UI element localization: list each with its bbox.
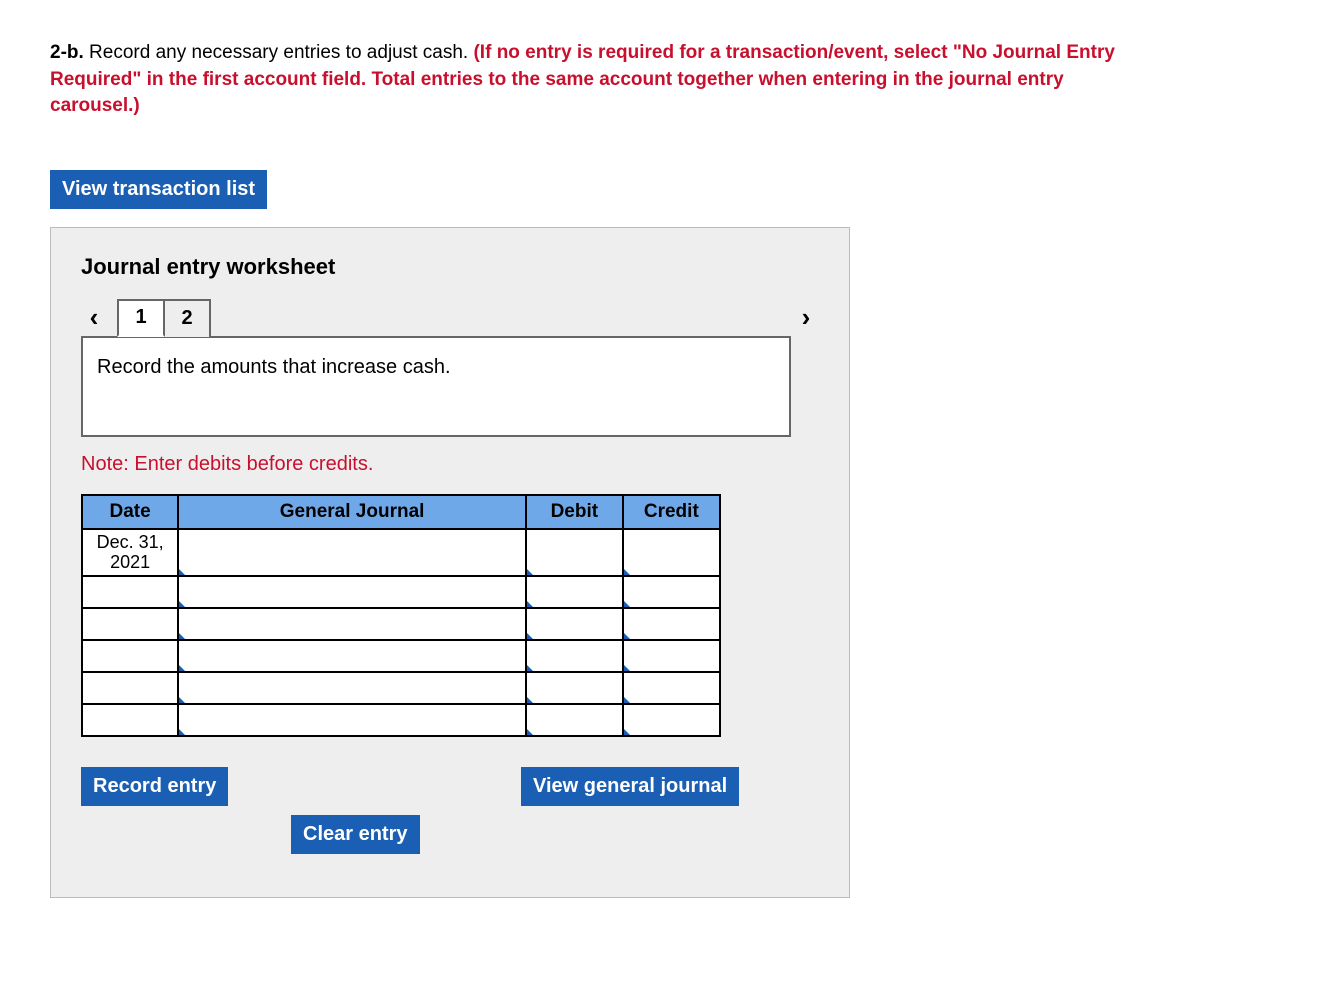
table-row: Dec. 31, 2021 <box>82 529 720 577</box>
table-row <box>82 640 720 672</box>
cell-debit[interactable] <box>526 608 623 640</box>
header-credit: Credit <box>623 495 720 529</box>
cell-general-journal[interactable] <box>178 608 526 640</box>
cell-date[interactable] <box>82 640 178 672</box>
instruction-black: Record any necessary entries to adjust c… <box>84 42 474 63</box>
cell-date[interactable] <box>82 576 178 608</box>
clear-entry-button[interactable]: Clear entry <box>291 815 420 854</box>
cell-date[interactable] <box>82 672 178 704</box>
chevron-left-icon[interactable]: ‹ <box>81 302 107 333</box>
cell-date[interactable] <box>82 608 178 640</box>
cell-debit[interactable] <box>526 704 623 736</box>
instruction-text: 2-b. Record any necessary entries to adj… <box>50 40 1130 120</box>
cell-credit[interactable] <box>623 672 720 704</box>
cell-debit[interactable] <box>526 529 623 577</box>
cell-general-journal[interactable] <box>178 640 526 672</box>
view-transaction-list-button[interactable]: View transaction list <box>50 170 267 209</box>
cell-general-journal[interactable] <box>178 672 526 704</box>
action-buttons-row: Record entry View general journal Clear … <box>81 767 819 857</box>
journal-entry-worksheet-panel: Journal entry worksheet ‹ 1 2 › Record t… <box>50 227 850 899</box>
table-row <box>82 704 720 736</box>
cell-general-journal[interactable] <box>178 704 526 736</box>
view-general-journal-button[interactable]: View general journal <box>521 767 739 806</box>
table-row <box>82 576 720 608</box>
cell-credit[interactable] <box>623 704 720 736</box>
journal-table: Date General Journal Debit Credit Dec. 3… <box>81 494 721 738</box>
cell-debit[interactable] <box>526 576 623 608</box>
tab-1[interactable]: 1 <box>117 299 165 337</box>
record-entry-button[interactable]: Record entry <box>81 767 228 806</box>
cell-credit[interactable] <box>623 608 720 640</box>
cell-credit[interactable] <box>623 576 720 608</box>
cell-credit[interactable] <box>623 640 720 672</box>
chevron-right-icon[interactable]: › <box>793 302 819 333</box>
instruction-prefix: 2-b. <box>50 42 84 63</box>
header-date: Date <box>82 495 178 529</box>
tab-2[interactable]: 2 <box>163 299 211 337</box>
carousel-nav: ‹ 1 2 › <box>81 298 819 338</box>
journal-tbody: Dec. 31, 2021 <box>82 529 720 737</box>
cell-date[interactable] <box>82 704 178 736</box>
tab-strip: 1 2 <box>117 299 211 337</box>
cell-date[interactable]: Dec. 31, 2021 <box>82 529 178 577</box>
table-row <box>82 608 720 640</box>
cell-general-journal[interactable] <box>178 576 526 608</box>
cell-debit[interactable] <box>526 640 623 672</box>
entry-prompt: Record the amounts that increase cash. <box>81 336 791 437</box>
header-general-journal: General Journal <box>178 495 526 529</box>
worksheet-title: Journal entry worksheet <box>81 254 819 280</box>
cell-credit[interactable] <box>623 529 720 577</box>
cell-debit[interactable] <box>526 672 623 704</box>
table-row <box>82 672 720 704</box>
cell-general-journal[interactable] <box>178 529 526 577</box>
debits-before-credits-note: Note: Enter debits before credits. <box>81 453 819 476</box>
header-debit: Debit <box>526 495 623 529</box>
